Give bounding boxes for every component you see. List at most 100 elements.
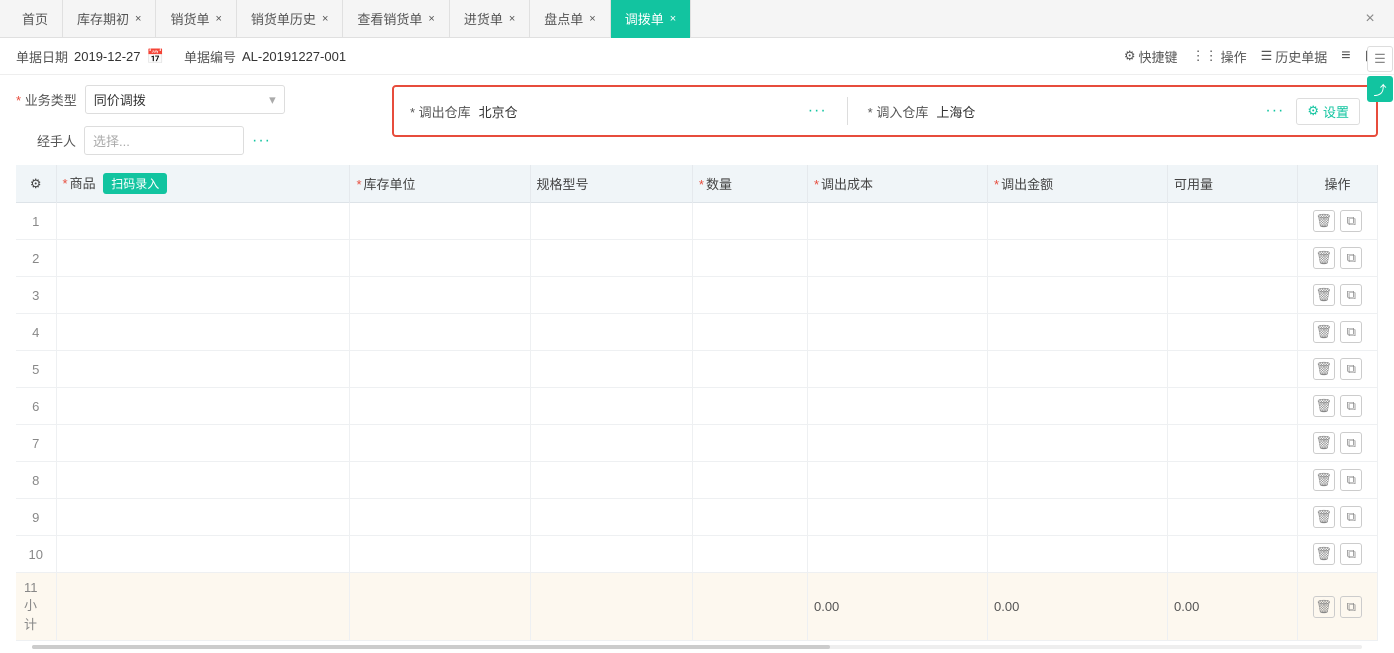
- copy-row-btn[interactable]: ⧉: [1340, 596, 1362, 618]
- window-close-button[interactable]: ×: [1354, 3, 1386, 35]
- shortcut-btn[interactable]: ⚙ 快捷键: [1124, 47, 1178, 66]
- row-amount[interactable]: [988, 240, 1168, 277]
- row-spec[interactable]: [530, 203, 692, 240]
- row-available[interactable]: [1168, 203, 1298, 240]
- row-spec[interactable]: [530, 351, 692, 388]
- tab-home[interactable]: 首页: [8, 0, 63, 38]
- row-unit[interactable]: [350, 314, 530, 351]
- row-available[interactable]: [1168, 462, 1298, 499]
- row-unit[interactable]: [350, 351, 530, 388]
- row-unit[interactable]: [350, 277, 530, 314]
- tab-close-check-sales[interactable]: ×: [428, 13, 434, 25]
- row-qty[interactable]: [692, 203, 807, 240]
- row-amount[interactable]: [988, 203, 1168, 240]
- row-cost[interactable]: [807, 351, 987, 388]
- copy-row-btn[interactable]: ⧉: [1340, 395, 1362, 417]
- biz-type-select[interactable]: 同价调拨 ▾: [85, 85, 285, 114]
- row-cost[interactable]: [807, 536, 987, 573]
- row-amount[interactable]: [988, 351, 1168, 388]
- delete-row-btn[interactable]: 🗑: [1313, 321, 1335, 343]
- row-amount[interactable]: [988, 277, 1168, 314]
- row-qty[interactable]: [692, 388, 807, 425]
- row-qty[interactable]: [692, 351, 807, 388]
- copy-row-btn[interactable]: ⧉: [1340, 469, 1362, 491]
- row-qty[interactable]: [692, 499, 807, 536]
- row-available[interactable]: [1168, 351, 1298, 388]
- tab-close-inventory-init[interactable]: ×: [135, 13, 141, 25]
- row-product[interactable]: [56, 388, 350, 425]
- copy-row-btn[interactable]: ⧉: [1340, 358, 1362, 380]
- settings-button[interactable]: ⚙ 设置: [1296, 98, 1360, 125]
- row-spec[interactable]: [530, 425, 692, 462]
- row-available[interactable]: [1168, 240, 1298, 277]
- row-product[interactable]: [56, 425, 350, 462]
- row-qty[interactable]: [692, 240, 807, 277]
- row-unit[interactable]: [350, 499, 530, 536]
- row-amount[interactable]: [988, 388, 1168, 425]
- row-spec[interactable]: [530, 314, 692, 351]
- tab-close-inventory-check[interactable]: ×: [589, 13, 595, 25]
- warehouse-in-more-btn[interactable]: ···: [1265, 102, 1284, 120]
- delete-row-btn[interactable]: 🗑: [1313, 506, 1335, 528]
- row-product[interactable]: [56, 277, 350, 314]
- sidebar-list-icon[interactable]: ☰: [1367, 46, 1393, 72]
- row-qty[interactable]: [692, 425, 807, 462]
- row-cost[interactable]: [807, 240, 987, 277]
- row-spec[interactable]: [530, 536, 692, 573]
- sidebar-export-icon[interactable]: ⤴: [1367, 76, 1393, 102]
- row-unit[interactable]: [350, 203, 530, 240]
- row-spec[interactable]: [530, 388, 692, 425]
- delete-row-btn[interactable]: 🗑: [1313, 543, 1335, 565]
- agent-input[interactable]: 选择...: [84, 126, 244, 155]
- delete-row-btn[interactable]: 🗑: [1313, 210, 1335, 232]
- tab-sales-history[interactable]: 销货单历史 ×: [237, 0, 343, 38]
- row-cost[interactable]: [807, 462, 987, 499]
- row-unit[interactable]: [350, 536, 530, 573]
- row-spec[interactable]: [530, 240, 692, 277]
- row-unit[interactable]: [350, 425, 530, 462]
- row-cost[interactable]: [807, 388, 987, 425]
- warehouse-out-more-btn[interactable]: ···: [808, 102, 827, 120]
- tab-inventory-check[interactable]: 盘点单 ×: [530, 0, 610, 38]
- row-qty[interactable]: [692, 462, 807, 499]
- row-available[interactable]: [1168, 499, 1298, 536]
- copy-row-btn[interactable]: ⧉: [1340, 506, 1362, 528]
- copy-row-btn[interactable]: ⧉: [1340, 284, 1362, 306]
- delete-row-btn[interactable]: 🗑: [1313, 469, 1335, 491]
- copy-row-btn[interactable]: ⧉: [1340, 247, 1362, 269]
- tab-close-transfer[interactable]: ×: [670, 13, 676, 25]
- row-amount[interactable]: [988, 536, 1168, 573]
- row-product[interactable]: [56, 351, 350, 388]
- th-gear[interactable]: ⚙: [16, 165, 56, 203]
- row-spec[interactable]: [530, 499, 692, 536]
- calendar-icon[interactable]: 📅: [147, 48, 164, 65]
- row-product[interactable]: [56, 499, 350, 536]
- delete-row-btn[interactable]: 🗑: [1313, 247, 1335, 269]
- tab-close-sales-order[interactable]: ×: [215, 13, 221, 25]
- tab-transfer[interactable]: 调拨单 ×: [611, 0, 691, 38]
- row-spec[interactable]: [530, 462, 692, 499]
- row-product[interactable]: [56, 536, 350, 573]
- row-unit[interactable]: [350, 388, 530, 425]
- tab-check-sales[interactable]: 查看销货单 ×: [343, 0, 449, 38]
- horizontal-scrollbar[interactable]: [32, 645, 1362, 649]
- row-available[interactable]: [1168, 536, 1298, 573]
- row-unit[interactable]: [350, 240, 530, 277]
- row-cost[interactable]: [807, 203, 987, 240]
- row-product[interactable]: [56, 462, 350, 499]
- delete-row-btn[interactable]: 🗑: [1313, 596, 1335, 618]
- ops-btn[interactable]: ⋮⋮ 操作: [1192, 47, 1247, 66]
- row-qty[interactable]: [692, 536, 807, 573]
- tab-sales-order[interactable]: 销货单 ×: [156, 0, 236, 38]
- delete-row-btn[interactable]: 🗑: [1313, 395, 1335, 417]
- scan-btn[interactable]: 扫码录入: [103, 173, 167, 194]
- copy-row-btn[interactable]: ⧉: [1340, 210, 1362, 232]
- delete-row-btn[interactable]: 🗑: [1313, 358, 1335, 380]
- delete-row-btn[interactable]: 🗑: [1313, 432, 1335, 454]
- tab-close-purchase[interactable]: ×: [509, 13, 515, 25]
- row-amount[interactable]: [988, 462, 1168, 499]
- list-view-btn[interactable]: ≡: [1341, 47, 1350, 65]
- row-product[interactable]: [56, 203, 350, 240]
- row-product[interactable]: [56, 314, 350, 351]
- row-available[interactable]: [1168, 314, 1298, 351]
